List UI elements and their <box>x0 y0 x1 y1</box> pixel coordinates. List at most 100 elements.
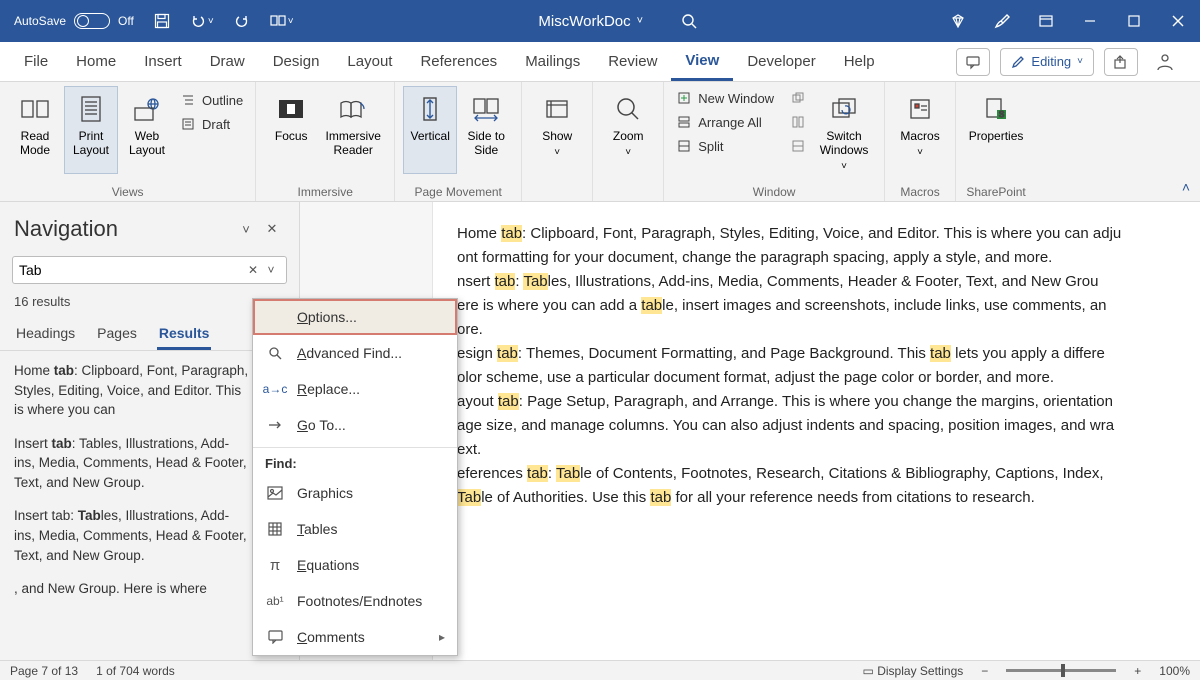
status-words[interactable]: 1 of 704 words <box>96 664 175 678</box>
tab-file[interactable]: File <box>10 42 62 81</box>
group-sharepoint: SProperties SharePoint <box>956 82 1036 201</box>
vertical-button[interactable]: Vertical <box>403 86 457 174</box>
tab-home[interactable]: Home <box>62 42 130 81</box>
menu-replace[interactable]: a→cReplace... <box>253 371 457 407</box>
share-button[interactable] <box>1104 48 1138 76</box>
zoom-slider[interactable] <box>1006 669 1116 672</box>
macros-button[interactable]: Macros˅ <box>893 86 947 174</box>
window-icon[interactable] <box>1030 5 1062 37</box>
group-macros-label: Macros <box>893 183 947 199</box>
menu-footnotes[interactable]: ab¹Footnotes/Endnotes <box>253 583 457 619</box>
maximize-button[interactable] <box>1118 5 1150 37</box>
close-button[interactable] <box>1162 5 1194 37</box>
clear-search-icon[interactable]: ✕ <box>244 261 262 279</box>
menu-graphics[interactable]: Graphics <box>253 475 457 511</box>
redo-button[interactable] <box>226 5 258 37</box>
group-sp-label: SharePoint <box>964 183 1028 199</box>
nav-close-icon[interactable]: ✕ <box>259 216 285 242</box>
account-icon[interactable] <box>1148 48 1182 76</box>
arrange-all-button[interactable]: Arrange All <box>672 112 778 132</box>
zoom-in-icon[interactable]: + <box>1134 664 1141 678</box>
navigation-title: Navigation <box>14 216 233 242</box>
tab-mailings[interactable]: Mailings <box>511 42 594 81</box>
menu-equations[interactable]: πEquations <box>253 547 457 583</box>
menu-tables[interactable]: Tables <box>253 511 457 547</box>
undo-button[interactable]: ˅ <box>182 5 222 37</box>
main-area: Navigation ˅ ✕ ✕ ˅ 16 results Headings P… <box>0 202 1200 660</box>
tab-help[interactable]: Help <box>830 42 889 81</box>
brush-icon[interactable] <box>986 5 1018 37</box>
split-button[interactable]: Split <box>672 136 778 156</box>
group-views-label: Views <box>8 183 247 199</box>
nav-tab-headings[interactable]: Headings <box>14 319 77 350</box>
read-mode-button[interactable]: Read Mode <box>8 86 62 174</box>
diamond-icon[interactable] <box>942 5 974 37</box>
comments-button[interactable] <box>956 48 990 76</box>
nav-collapse-icon[interactable]: ˅ <box>233 216 259 242</box>
search-field[interactable] <box>19 262 244 278</box>
tab-view[interactable]: View <box>671 42 733 81</box>
group-zoom: Zoom˅ <box>593 82 664 201</box>
nav-tab-pages[interactable]: Pages <box>95 319 139 350</box>
switch-windows-button[interactable]: Switch Windows˅ <box>812 86 876 174</box>
ribbon: Read Mode Print Layout Web Layout Outlin… <box>0 82 1200 202</box>
new-window-button[interactable]: New Window <box>672 88 778 108</box>
group-immersive: Focus Immersive Reader Immersive <box>256 82 395 201</box>
win-icon-1[interactable] <box>786 88 810 108</box>
tab-draw[interactable]: Draw <box>196 42 259 81</box>
minimize-button[interactable] <box>1074 5 1106 37</box>
group-show: Show˅ <box>522 82 593 201</box>
draft-button[interactable]: Draft <box>176 114 247 134</box>
menu-comments[interactable]: Comments▸ <box>253 619 457 655</box>
menu-advanced-find[interactable]: Advanced Find... <box>253 335 457 371</box>
search-icon[interactable] <box>673 5 705 37</box>
autosave-state: Off <box>118 14 134 28</box>
nav-tab-results[interactable]: Results <box>157 319 212 350</box>
properties-button[interactable]: SProperties <box>964 86 1028 174</box>
side-to-side-button[interactable]: Side to Side <box>459 86 513 174</box>
search-dropdown-icon[interactable]: ˅ <box>262 261 280 279</box>
document-page[interactable]: Home tab: Clipboard, Font, Paragraph, St… <box>432 202 1200 660</box>
qat-more-button[interactable]: ˅ <box>262 5 302 37</box>
status-page[interactable]: Page 7 of 13 <box>10 664 78 678</box>
group-pm-label: Page Movement <box>403 183 513 199</box>
zoom-button[interactable]: Zoom˅ <box>601 86 655 174</box>
tab-references[interactable]: References <box>406 42 511 81</box>
win-icon-2[interactable] <box>786 112 810 132</box>
tab-layout[interactable]: Layout <box>333 42 406 81</box>
menu-options[interactable]: Options... <box>253 299 457 335</box>
win-icon-3[interactable] <box>786 136 810 156</box>
collapse-ribbon-icon[interactable]: ˄ <box>1182 179 1190 195</box>
display-settings[interactable]: ▭ Display Settings <box>863 664 964 678</box>
editing-mode-button[interactable]: Editing˅ <box>1000 48 1094 76</box>
group-window-label: Window <box>672 183 876 199</box>
tab-developer[interactable]: Developer <box>733 42 829 81</box>
search-options-menu: Options... Advanced Find... a→cReplace..… <box>252 298 458 656</box>
menu-find-label: Find: <box>253 447 457 475</box>
group-macros: Macros˅ Macros <box>885 82 956 201</box>
save-icon[interactable] <box>146 5 178 37</box>
title-bar: AutoSave Off ˅ ˅ MiscWorkDoc ˅ <box>0 0 1200 42</box>
show-button[interactable]: Show˅ <box>530 86 584 174</box>
document-title[interactable]: MiscWorkDoc ˅ <box>538 13 643 30</box>
zoom-out-icon[interactable]: − <box>981 664 988 678</box>
group-show-label <box>530 197 584 199</box>
group-window: New Window Arrange All Split Switch Wind… <box>664 82 885 201</box>
tab-review[interactable]: Review <box>594 42 671 81</box>
tab-design[interactable]: Design <box>259 42 334 81</box>
focus-button[interactable]: Focus <box>264 86 318 174</box>
outline-button[interactable]: Outline <box>176 90 247 110</box>
svg-text:S: S <box>999 110 1004 119</box>
group-page-movement: Vertical Side to Side Page Movement <box>395 82 522 201</box>
ribbon-tabs: File Home Insert Draw Design Layout Refe… <box>0 42 1200 82</box>
search-input[interactable]: ✕ ˅ <box>12 256 287 284</box>
group-views: Read Mode Print Layout Web Layout Outlin… <box>0 82 256 201</box>
zoom-level[interactable]: 100% <box>1159 664 1190 678</box>
group-immersive-label: Immersive <box>264 183 386 199</box>
immersive-reader-button[interactable]: Immersive Reader <box>320 86 386 174</box>
web-layout-button[interactable]: Web Layout <box>120 86 174 174</box>
menu-goto[interactable]: Go To... <box>253 407 457 443</box>
print-layout-button[interactable]: Print Layout <box>64 86 118 174</box>
autosave-toggle[interactable]: AutoSave Off <box>6 13 142 29</box>
tab-insert[interactable]: Insert <box>130 42 196 81</box>
